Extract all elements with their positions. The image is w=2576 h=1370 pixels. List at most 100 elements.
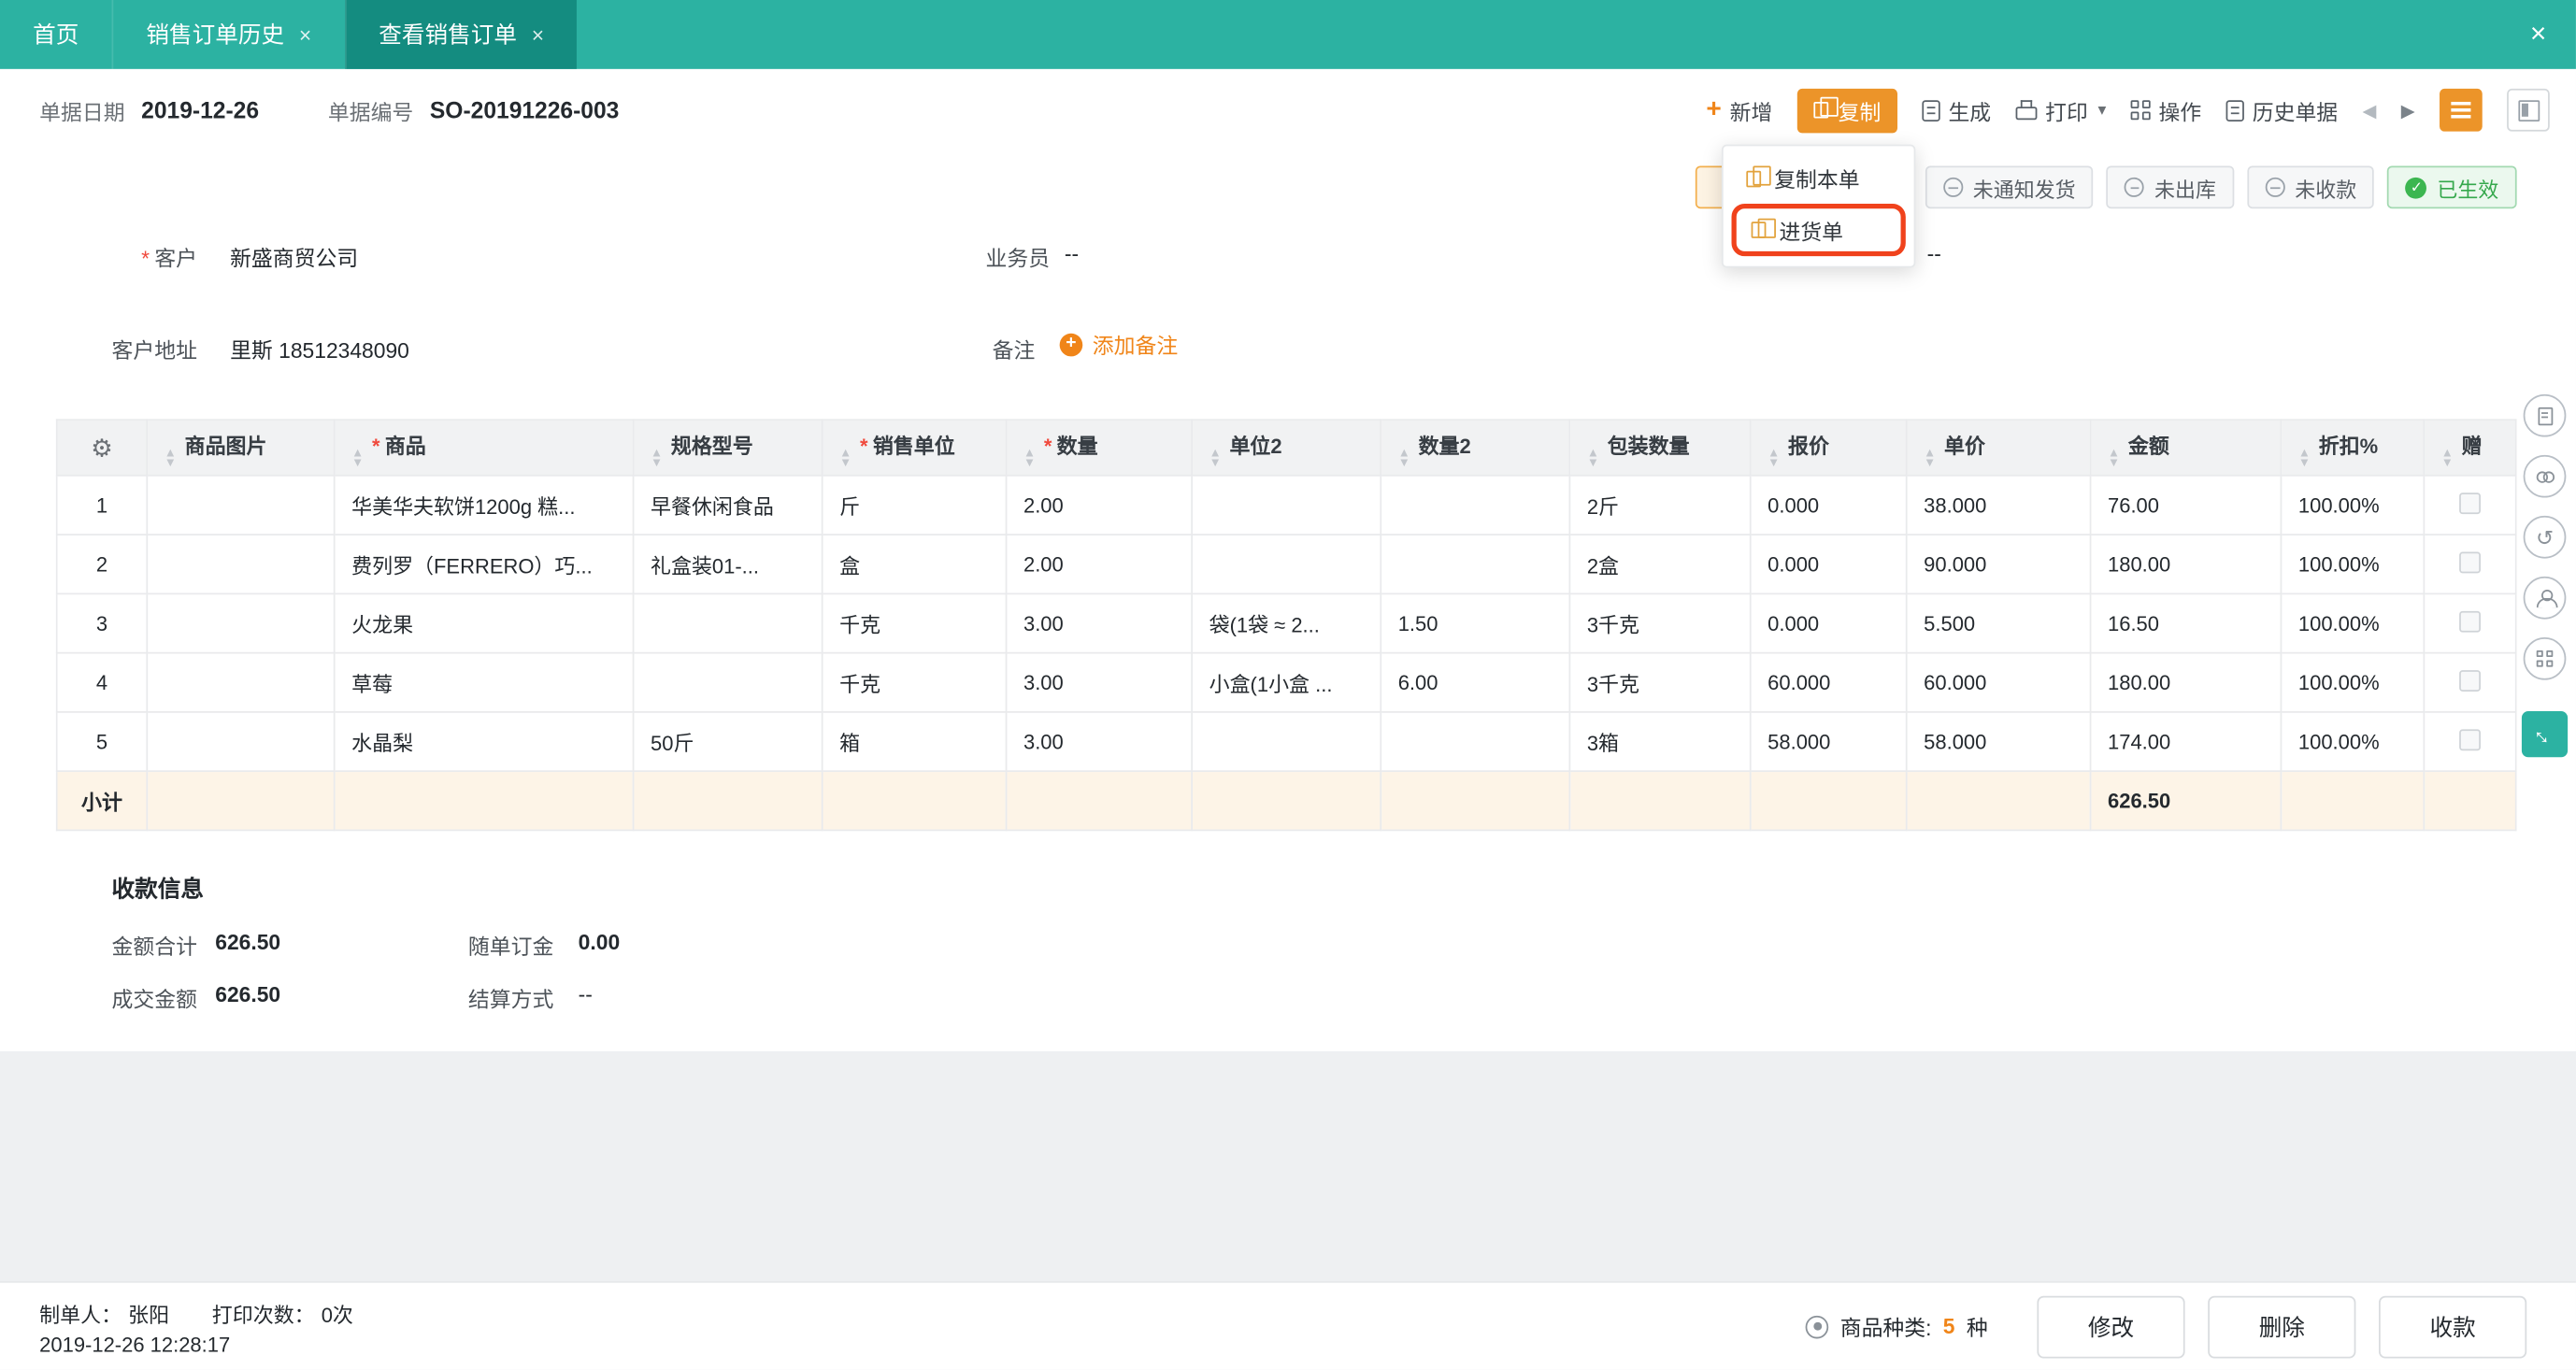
tab-view-sales-order[interactable]: 查看销售订单 ×: [344, 0, 578, 69]
cell-product: 华美华夫软饼1200g 糕...: [333, 474, 635, 535]
menu-item-purchase-order[interactable]: 进货单: [1737, 208, 1901, 251]
card-view-toggle[interactable]: [2507, 88, 2550, 132]
delete-button[interactable]: 删除: [2208, 1294, 2356, 1358]
chevron-down-icon[interactable]: ▾: [2097, 101, 2106, 119]
generate-button[interactable]: 生成: [1922, 94, 1991, 125]
cell-unit2: [1191, 474, 1382, 535]
sort-icon[interactable]: [2441, 450, 2454, 466]
gift-checkbox[interactable]: [2459, 728, 2481, 750]
salesman-value: --: [1064, 241, 1080, 266]
side-toolbar: ↺ ↔: [2521, 393, 2569, 758]
col-header-spec[interactable]: 规格型号: [632, 419, 823, 477]
sort-icon[interactable]: [839, 450, 852, 466]
cell-discount: 100.00%: [2280, 592, 2426, 654]
col-header-quote[interactable]: 报价: [1749, 419, 1908, 477]
tab-close-icon[interactable]: ×: [299, 22, 311, 47]
col-header-qty[interactable]: *数量: [1005, 419, 1194, 477]
table-row[interactable]: 1 华美华夫软饼1200g 糕... 早餐休闲食品 斤 2.00 2斤 0.00…: [55, 474, 2517, 535]
sort-icon[interactable]: [2298, 450, 2311, 466]
column-settings-icon[interactable]: ⚙: [91, 435, 113, 463]
cell-quote: 0.000: [1749, 534, 1908, 595]
sort-icon[interactable]: [1023, 450, 1036, 466]
col-header-discount[interactable]: 折扣%: [2280, 419, 2426, 477]
table-row[interactable]: 5 水晶梨 50斤 箱 3.00 3箱 58.000 58.000 174.00…: [55, 711, 2517, 773]
sort-icon[interactable]: [1767, 450, 1780, 466]
table-row[interactable]: 3 火龙果 千克 3.00 袋(1袋 ≈ 2... 1.50 3千克 0.000…: [55, 592, 2517, 654]
tab-close-icon[interactable]: ×: [532, 22, 544, 47]
table-row[interactable]: 4 草莓 千克 3.00 小盒(1小盒 ... 6.00 3千克 60.000 …: [55, 651, 2517, 713]
sort-icon[interactable]: [1209, 450, 1222, 466]
customer-value[interactable]: 新盛商贸公司: [230, 241, 358, 272]
actions-button[interactable]: 操作: [2130, 94, 2201, 125]
cell-amount: 180.00: [2089, 651, 2283, 713]
fullscreen-button[interactable]: ↔: [2521, 711, 2569, 758]
close-icon[interactable]: ×: [2500, 0, 2576, 69]
doc-no-label: 单据编号: [327, 99, 414, 124]
list-view-toggle[interactable]: [2440, 88, 2483, 132]
print-button[interactable]: 打印 ▾: [2015, 94, 2106, 125]
cell-unit2: 小盒(1小盒 ...: [1191, 651, 1382, 713]
print-count-value: 0次: [321, 1303, 353, 1327]
history-button[interactable]: 历史单据: [2225, 94, 2338, 125]
table-row[interactable]: 2 费列罗（FERRERO）巧... 礼盒装01-... 盒 2.00 2盒 0…: [55, 534, 2517, 595]
edit-button[interactable]: 修改: [2037, 1294, 2185, 1358]
apps-button[interactable]: [2523, 636, 2567, 680]
circle-plus-icon: +: [1059, 332, 1083, 356]
sort-icon[interactable]: [651, 450, 663, 466]
gift-checkbox[interactable]: [2459, 550, 2481, 573]
minus-circle-icon: [2265, 177, 2285, 197]
col-header-pack-qty[interactable]: 包装数量: [1568, 419, 1752, 477]
col-header-image[interactable]: 商品图片: [146, 419, 336, 477]
tab-label: 查看销售订单: [379, 21, 517, 48]
gift-checkbox[interactable]: [2459, 669, 2481, 692]
cell-unit: 盒: [821, 534, 1008, 595]
payment-section-title: 收款信息: [111, 875, 204, 902]
sort-icon[interactable]: [1398, 450, 1410, 466]
receive-payment-button[interactable]: 收款: [2379, 1294, 2527, 1358]
cell-gift: [2423, 474, 2517, 535]
col-header-gift[interactable]: 赠: [2423, 419, 2517, 477]
col-header-unit[interactable]: *销售单位: [821, 419, 1008, 477]
tab-sales-order-history[interactable]: 销售订单历史 ×: [111, 0, 345, 69]
refresh-button[interactable]: ↺: [2523, 515, 2567, 559]
form-tool-button[interactable]: [2523, 393, 2567, 437]
copy-button[interactable]: 复制: [1796, 88, 1897, 133]
sort-icon[interactable]: [2108, 450, 2120, 466]
contact-button[interactable]: [2523, 576, 2567, 620]
settlement-value: --: [578, 982, 593, 1007]
cell-qty2: [1380, 474, 1571, 535]
settlement-label: 结算方式: [467, 987, 554, 1012]
menu-item-copy-current[interactable]: 复制本单: [1724, 154, 1914, 202]
expand-icon: ↔: [2526, 717, 2563, 752]
footer-meta: 制单人： 张阳 打印次数： 0次 2019-12-26 12:28:17: [39, 1297, 353, 1356]
status-badge-not-paid: 未收款: [2247, 165, 2375, 209]
sort-icon[interactable]: [165, 450, 177, 466]
link-tool-button[interactable]: [2523, 454, 2567, 498]
tab-home[interactable]: 首页: [0, 0, 112, 69]
cell-unit: 千克: [821, 592, 1008, 654]
add-button[interactable]: + 新增: [1706, 94, 1772, 125]
plus-icon: +: [1706, 94, 1722, 123]
cell-unit: 千克: [821, 651, 1008, 713]
copy-icon: [1813, 96, 1839, 119]
col-header-price[interactable]: 单价: [1905, 419, 2092, 477]
chevron-right-icon[interactable]: ▶: [2401, 99, 2415, 121]
col-header-product[interactable]: *商品: [333, 419, 635, 477]
gift-checkbox[interactable]: [2459, 492, 2481, 514]
col-header-qty2[interactable]: 数量2: [1380, 419, 1571, 477]
col-header-unit2[interactable]: 单位2: [1191, 419, 1382, 477]
sort-icon[interactable]: [351, 450, 364, 466]
col-header-amount[interactable]: 金额: [2089, 419, 2283, 477]
chevron-left-icon[interactable]: ◀: [2363, 99, 2377, 121]
gift-checkbox[interactable]: [2459, 609, 2481, 632]
add-remark-link[interactable]: + 添加备注: [1059, 329, 1178, 360]
cell-no: 4: [55, 651, 149, 713]
cell-qty: 3.00: [1005, 592, 1194, 654]
grid-icon: [2130, 100, 2151, 121]
sort-icon[interactable]: [1587, 450, 1599, 466]
document-icon: [1922, 99, 1940, 121]
cell-quote: 58.000: [1749, 711, 1908, 773]
sort-icon[interactable]: [1924, 450, 1936, 466]
cell-product: 费列罗（FERRERO）巧...: [333, 534, 635, 595]
history-doc-icon: [2225, 99, 2244, 121]
